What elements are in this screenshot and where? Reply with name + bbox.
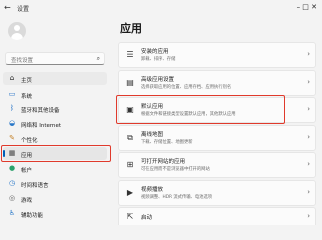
sidebar-item-personalization[interactable]: ✎ 个性化: [3, 132, 107, 145]
card-subtitle: 下载、存储位置、地图更新: [141, 140, 193, 145]
card-default-apps[interactable]: ▣ 默认应用 根据文件和链接类型设置默认应用，其他默认应用 ›: [118, 97, 316, 123]
avatar-head: [14, 25, 20, 31]
card-subtitle: 卸载、排序、存储: [141, 57, 176, 62]
card-subtitle: 选择获取应用的位置、应用存档、应用执行别名: [141, 85, 232, 90]
chevron-right-icon: ›: [307, 105, 310, 113]
globe-clock-icon: ◷: [8, 179, 16, 187]
card-title: 可打开网站的应用: [141, 159, 186, 165]
chevron-right-icon: ›: [307, 78, 310, 86]
search-icon[interactable]: ⌕: [97, 55, 100, 63]
sidebar-item-label: 系统: [21, 93, 33, 100]
sidebar-item-accessibility[interactable]: ♿ 辅助功能: [3, 207, 107, 220]
sidebar-item-label: 时间和语言: [21, 182, 49, 189]
accessibility-icon: ♿: [8, 209, 16, 217]
title-bar: ← 设置 – □ ✕: [0, 0, 322, 18]
gamepad-icon: ◎: [8, 194, 16, 202]
avatar-body: [11, 33, 23, 40]
brush-icon: ✎: [9, 134, 15, 142]
window-title: 设置: [17, 6, 30, 13]
sidebar-item-network[interactable]: ◒ 网络和 Internet: [3, 117, 107, 130]
card-title: 默认应用: [141, 104, 164, 110]
avatar[interactable]: [8, 22, 26, 40]
sidebar-item-apps[interactable]: ▦ 应用: [3, 147, 107, 160]
startup-icon: ⇱: [126, 212, 134, 221]
card-title: 离线地图: [141, 132, 164, 138]
page-title: 应用: [120, 22, 142, 35]
card-apps-for-websites[interactable]: ⊞ 可打开网站的应用 可在应用而不是浏览器中打开的网站 ›: [118, 152, 316, 178]
chevron-right-icon: ›: [307, 160, 310, 168]
chevron-right-icon: ›: [307, 212, 310, 220]
card-advanced-app-settings[interactable]: ▤ 高级应用设置 选择获取应用的位置、应用存档、应用执行别名 ›: [118, 70, 316, 96]
sidebar-item-label: 应用: [21, 152, 33, 159]
person-icon: ●: [8, 164, 16, 172]
sidebar-item-label: 辅助功能: [21, 212, 44, 219]
bluetooth-icon: ᛒ: [9, 104, 15, 112]
selection-indicator: [3, 150, 5, 157]
card-installed-apps[interactable]: ☰ 安装的应用 卸载、排序、存储 ›: [118, 42, 316, 68]
wifi-icon: ◒: [8, 119, 16, 127]
map-icon: ⧉: [127, 133, 133, 142]
sidebar-item-label: 蓝牙和其他设备: [21, 107, 60, 114]
monitor-icon: ▭: [8, 90, 16, 98]
search-placeholder: 查找设置: [11, 58, 34, 64]
sidebar-item-label: 帐户: [21, 167, 33, 174]
default-apps-icon: ▣: [126, 105, 134, 114]
chevron-right-icon: ›: [307, 50, 310, 58]
sidebar-item-accounts[interactable]: ● 帐户: [3, 162, 107, 175]
card-title: 安装的应用: [141, 49, 169, 55]
home-icon: ⌂: [9, 74, 15, 82]
sidebar-item-system[interactable]: ▭ 系统: [3, 88, 107, 101]
search-input[interactable]: 查找设置 ⌕: [5, 52, 105, 65]
sidebar-item-time-language[interactable]: ◷ 时间和语言: [3, 177, 107, 190]
sidebar-item-label: 个性化: [21, 137, 38, 144]
sidebar-item-label: 主页: [21, 77, 33, 84]
advanced-apps-icon: ▤: [126, 78, 134, 87]
chevron-right-icon: ›: [307, 133, 310, 141]
card-startup[interactable]: ⇱ 启动 ›: [118, 207, 316, 225]
sidebar-item-bluetooth[interactable]: ᛒ 蓝牙和其他设备: [3, 102, 107, 115]
chevron-right-icon: ›: [307, 188, 310, 196]
window-controls[interactable]: – □ ✕: [297, 3, 317, 11]
sidebar-item-gaming[interactable]: ◎ 游戏: [3, 192, 107, 205]
sidebar-item-home[interactable]: ⌂ 主页: [3, 72, 107, 85]
apps-icon: ▦: [8, 149, 16, 157]
web-apps-icon: ⊞: [126, 160, 134, 169]
card-title: 启动: [141, 215, 153, 221]
card-subtitle: 视频调整、HDR 流式传输、电池选项: [141, 195, 213, 200]
installed-apps-icon: ☰: [126, 50, 134, 59]
card-video-playback[interactable]: ▶ 视频播放 视频调整、HDR 流式传输、电池选项 ›: [118, 180, 316, 206]
video-icon: ▶: [126, 188, 134, 197]
back-arrow-icon[interactable]: ←: [4, 3, 11, 12]
card-subtitle: 可在应用而不是浏览器中打开的网站: [141, 167, 210, 172]
card-offline-maps[interactable]: ⧉ 离线地图 下载、存储位置、地图更新 ›: [118, 125, 316, 151]
card-subtitle: 根据文件和链接类型设置默认应用，其他默认应用: [141, 112, 236, 117]
sidebar-item-label: 网络和 Internet: [21, 122, 62, 129]
sidebar-item-label: 游戏: [21, 197, 33, 204]
card-title: 视频播放: [141, 187, 164, 193]
card-title: 高级应用设置: [141, 77, 175, 83]
